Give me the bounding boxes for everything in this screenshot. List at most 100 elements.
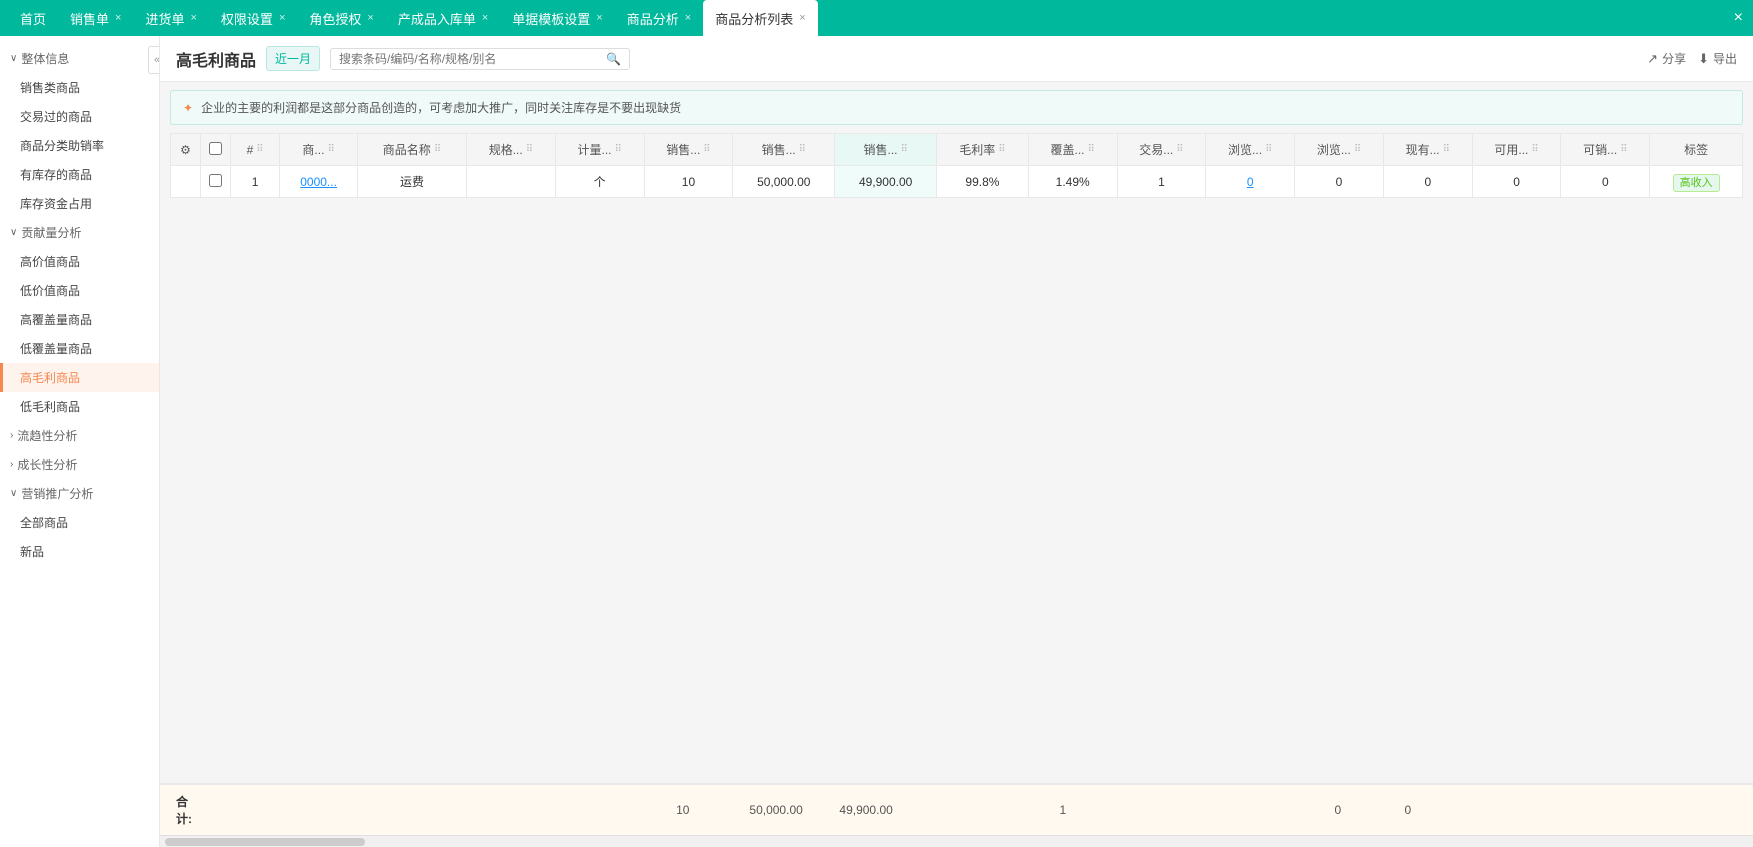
nav-sales[interactable]: 销售单 × [58, 0, 133, 36]
close-icon[interactable]: × [190, 12, 196, 24]
close-icon[interactable]: × [799, 12, 805, 24]
footer-label: 合计: [176, 793, 203, 827]
cell-checkbox[interactable] [201, 166, 231, 198]
sidebar-group-contribution[interactable]: ∨ 贡献量分析 [0, 218, 159, 247]
nav-product-analysis-list[interactable]: 商品分析列表 × [703, 0, 817, 36]
cell-code[interactable]: 0000... [280, 166, 358, 198]
col-header-checkbox[interactable] [201, 134, 231, 166]
chevron-down-icon: ∨ [10, 227, 17, 238]
star-icon: ✦ [183, 101, 193, 115]
col-header-coverage: 覆盖...⠿ [1028, 134, 1117, 166]
horizontal-scrollbar[interactable] [160, 835, 1753, 847]
sidebar-collapse-button[interactable]: « [148, 46, 160, 74]
close-icon[interactable]: × [367, 12, 373, 24]
sidebar-item-sales-goods[interactable]: 销售类商品 [0, 73, 159, 102]
sidebar-item-category-rate[interactable]: 商品分类助销率 [0, 131, 159, 160]
footer-sales-profit: 49,900.00 [803, 803, 893, 817]
header-actions: ↗ 分享 ⬇ 导出 [1647, 50, 1737, 67]
search-icon[interactable]: 🔍 [606, 52, 621, 66]
sidebar-item-low-value[interactable]: 低价值商品 [0, 276, 159, 305]
sidebar-group-overall[interactable]: ∨ 整体信息 [0, 44, 159, 73]
cell-sales-profit: 49,900.00 [835, 166, 937, 198]
select-all-checkbox[interactable] [209, 142, 222, 155]
col-header-code: 商...⠿ [280, 134, 358, 166]
cell-available-stock: 0 [1472, 166, 1561, 198]
cell-name: 运费 [357, 166, 466, 198]
content-area: 高毛利商品 近一月 🔍 ↗ 分享 ⬇ 导出 ✦ 企业的主要的利润都是这部分商品创… [160, 36, 1753, 847]
col-header-num: #⠿ [231, 134, 280, 166]
data-table-container: ⚙ #⠿ 商...⠿ 商品名称⠿ [170, 133, 1743, 783]
sidebar-item-high-coverage[interactable]: 高覆盖量商品 [0, 305, 159, 334]
chevron-down-icon: ∨ [10, 488, 17, 499]
scrollbar-thumb[interactable] [165, 838, 365, 846]
sidebar-item-stock-capital[interactable]: 库存资金占用 [0, 189, 159, 218]
nav-product-analysis[interactable]: 商品分析 × [615, 0, 703, 36]
sidebar-group-growth[interactable]: › 成长性分析 [0, 450, 159, 479]
content-header: 高毛利商品 近一月 🔍 ↗ 分享 ⬇ 导出 [160, 36, 1753, 82]
footer-totals: 合计: 10 50,000.00 49,900.00 1 0 [160, 783, 1753, 835]
col-header-spec: 规格...⠿ [467, 134, 556, 166]
chevron-right-icon: › [10, 430, 13, 441]
export-icon: ⬇ [1698, 51, 1709, 67]
sidebar-item-low-margin[interactable]: 低毛利商品 [0, 392, 159, 421]
col-header-sales-amount: 销售...⠿ [733, 134, 835, 166]
sidebar-group-trend[interactable]: › 流趋性分析 [0, 421, 159, 450]
nav-template-settings[interactable]: 单据模板设置 × [500, 0, 614, 36]
nav-home[interactable]: 首页 [8, 0, 58, 36]
sidebar-item-traded-goods[interactable]: 交易过的商品 [0, 102, 159, 131]
table-row: 1 0000... 运费 个 10 50,000.00 49,900.00 99… [171, 166, 1743, 198]
cell-spec [467, 166, 556, 198]
cell-sales-qty: 10 [644, 166, 733, 198]
nav-roles[interactable]: 角色授权 × [297, 0, 385, 36]
chevron-right-icon: › [10, 459, 13, 470]
cell-pv1[interactable]: 0 [1206, 166, 1295, 198]
col-header-unit: 计量...⠿ [555, 134, 644, 166]
col-header-pageviews1: 浏览...⠿ [1206, 134, 1295, 166]
tag-badge: 高收入 [1673, 174, 1720, 192]
col-header-sales-profit: 销售...⠿ [835, 134, 937, 166]
col-header-name: 商品名称⠿ [357, 134, 466, 166]
nav-permissions[interactable]: 权限设置 × [209, 0, 297, 36]
sidebar-item-all-goods[interactable]: 全部商品 [0, 508, 159, 537]
share-button[interactable]: ↗ 分享 [1647, 50, 1686, 67]
filter-period-button[interactable]: 近一月 [266, 46, 320, 71]
row-checkbox[interactable] [209, 174, 222, 187]
share-icon: ↗ [1647, 51, 1658, 67]
close-icon[interactable]: × [115, 12, 121, 24]
export-button[interactable]: ⬇ 导出 [1698, 50, 1737, 67]
col-header-transactions: 交易...⠿ [1117, 134, 1206, 166]
sidebar-item-low-coverage[interactable]: 低覆盖量商品 [0, 334, 159, 363]
footer-transactions: 1 [1033, 803, 1093, 817]
sidebar-item-high-value[interactable]: 高价值商品 [0, 247, 159, 276]
sidebar-item-high-margin[interactable]: 高毛利商品 [0, 363, 159, 392]
cell-unit: 个 [555, 166, 644, 198]
col-header-available-stock: 可用...⠿ [1472, 134, 1561, 166]
window-close-button[interactable]: × [1734, 9, 1743, 27]
close-icon[interactable]: × [482, 12, 488, 24]
cell-settings [171, 166, 201, 198]
nav-purchase[interactable]: 进货单 × [133, 0, 208, 36]
sidebar-item-new-goods[interactable]: 新品 [0, 537, 159, 566]
sidebar: « ∨ 整体信息 销售类商品 交易过的商品 商品分类助销率 有库存的商品 库存资… [0, 36, 160, 847]
col-header-settings[interactable]: ⚙ [171, 134, 201, 166]
close-icon[interactable]: × [685, 12, 691, 24]
search-input[interactable] [339, 52, 600, 66]
sidebar-item-in-stock[interactable]: 有库存的商品 [0, 160, 159, 189]
col-header-gross-rate: 毛利率⠿ [937, 134, 1029, 166]
cell-gross-rate: 99.8% [937, 166, 1029, 198]
col-header-tag: 标签 [1650, 134, 1743, 166]
nav-finished-goods[interactable]: 产成品入库单 × [386, 0, 500, 36]
footer-sales-amount: 50,000.00 [713, 803, 803, 817]
settings-icon[interactable]: ⚙ [180, 143, 191, 157]
cell-current-stock: 0 [1383, 166, 1472, 198]
footer-sales-qty: 10 [653, 803, 713, 817]
sidebar-group-marketing[interactable]: ∨ 营销推广分析 [0, 479, 159, 508]
close-icon[interactable]: × [596, 12, 602, 24]
info-banner: ✦ 企业的主要的利润都是这部分商品创造的，可考虑加大推广，同时关注库存是不要出现… [170, 90, 1743, 125]
footer-available-stock: 0 [1303, 803, 1373, 817]
data-table: ⚙ #⠿ 商...⠿ 商品名称⠿ [170, 133, 1743, 198]
cell-transactions: 1 [1117, 166, 1206, 198]
close-icon[interactable]: × [279, 12, 285, 24]
cell-sales-amount: 50,000.00 [733, 166, 835, 198]
col-header-current-stock: 现有...⠿ [1383, 134, 1472, 166]
